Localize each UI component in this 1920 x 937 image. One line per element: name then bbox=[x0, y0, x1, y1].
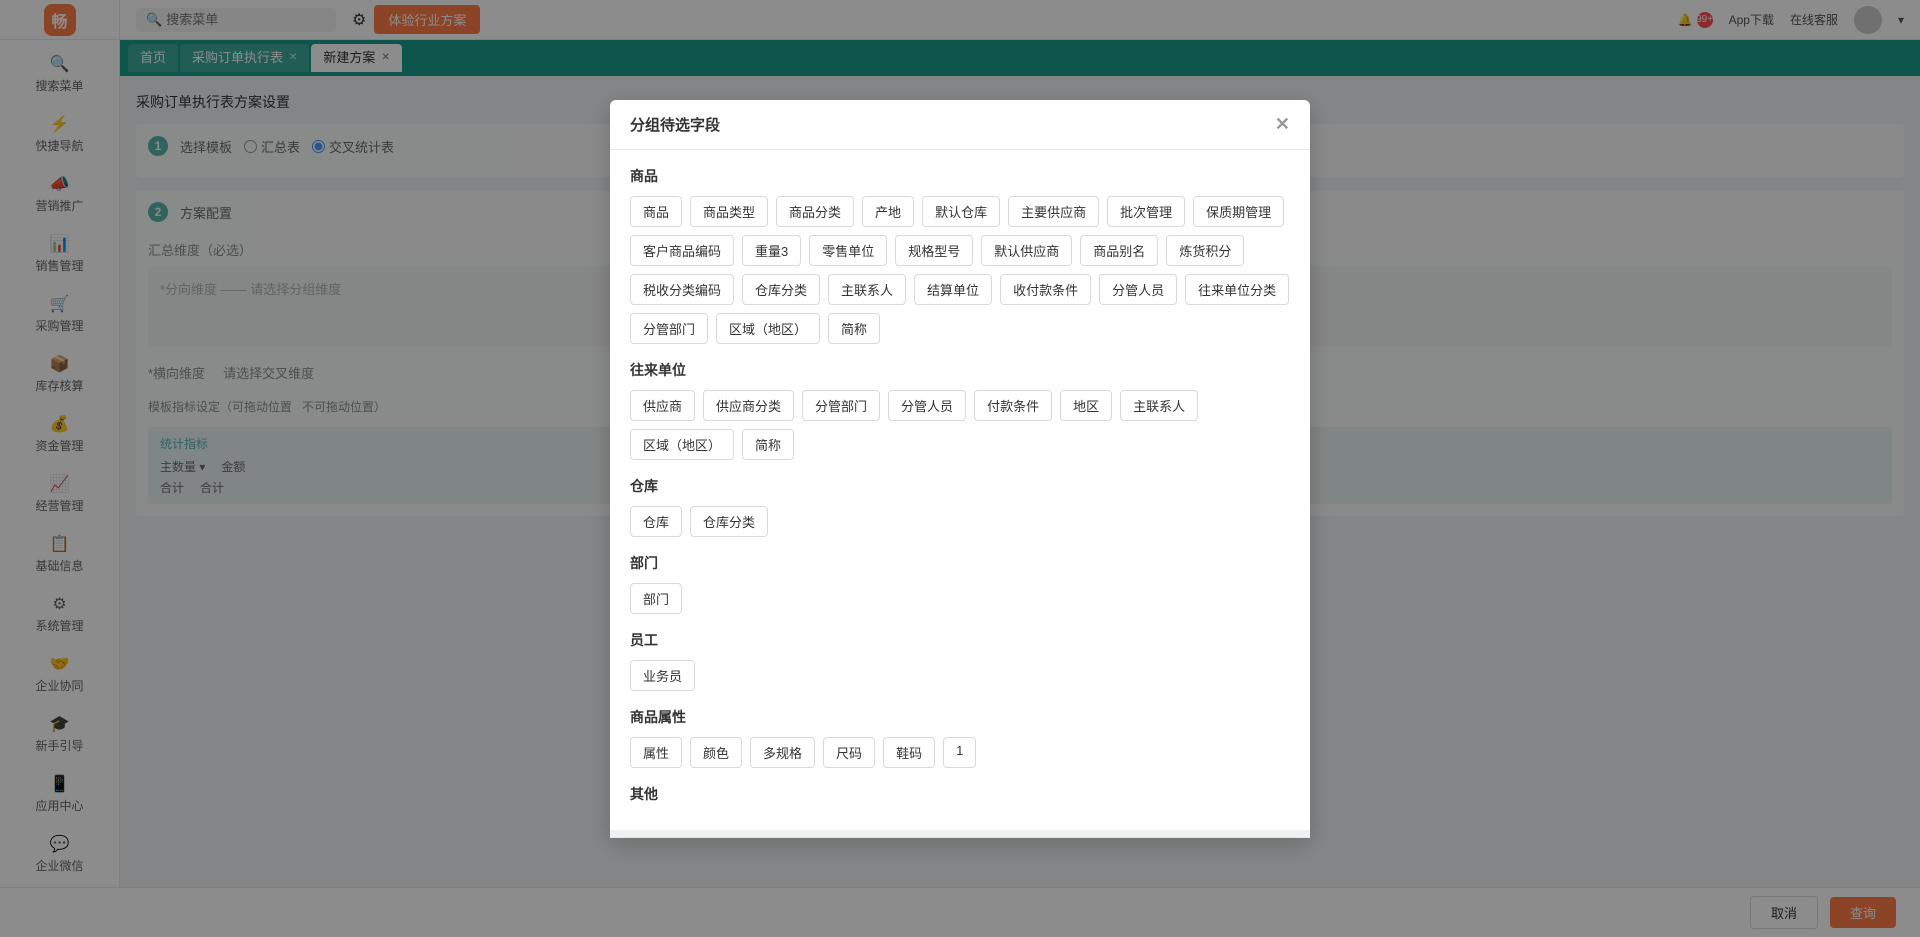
field-tag-1-0[interactable]: 供应商 bbox=[630, 390, 695, 421]
field-grid-1: 供应商供应商分类分管部门分管人员付款条件地区主联系人区域（地区） 简称 bbox=[630, 390, 1290, 460]
field-tag-0-1[interactable]: 商品类型 bbox=[690, 196, 768, 227]
section-title-3: 部门 bbox=[630, 553, 1290, 573]
modal-overlay: 分组待选字段 ✕ 商品商品商品类型商品分类产地默认仓库主要供应商批次管理保质期管… bbox=[0, 0, 1920, 937]
field-tag-1-7[interactable]: 区域（地区） bbox=[630, 429, 734, 460]
field-tag-5-0[interactable]: 属性 bbox=[630, 737, 682, 768]
field-tag-1-6[interactable]: 主联系人 bbox=[1120, 390, 1198, 421]
field-tag-0-10[interactable]: 零售单位 bbox=[809, 235, 887, 266]
field-tag-0-11[interactable]: 规格型号 bbox=[895, 235, 973, 266]
field-tag-1-5[interactable]: 地区 bbox=[1060, 390, 1112, 421]
field-tag-0-6[interactable]: 批次管理 bbox=[1107, 196, 1185, 227]
field-grid-3: 部门 bbox=[630, 583, 1290, 614]
field-tag-1-2[interactable]: 分管部门 bbox=[802, 390, 880, 421]
field-tag-1-3[interactable]: 分管人员 bbox=[888, 390, 966, 421]
field-tag-5-1[interactable]: 颜色 bbox=[690, 737, 742, 768]
section-title-1: 往来单位 bbox=[630, 360, 1290, 380]
field-tag-0-7[interactable]: 保质期管理 bbox=[1193, 196, 1284, 227]
field-tag-5-4[interactable]: 鞋码 bbox=[883, 737, 935, 768]
field-tag-5-3[interactable]: 尺码 bbox=[823, 737, 875, 768]
field-tag-1-8[interactable]: 简称 bbox=[742, 429, 794, 460]
field-tag-2-1[interactable]: 仓库分类 bbox=[690, 506, 768, 537]
field-tag-0-23[interactable]: 区域（地区） bbox=[716, 313, 820, 344]
field-tag-0-19[interactable]: 收付款条件 bbox=[1000, 274, 1091, 305]
modal-title: 分组待选字段 bbox=[630, 114, 720, 135]
field-tag-0-12[interactable]: 默认供应商 bbox=[981, 235, 1072, 266]
section-title-2: 仓库 bbox=[630, 476, 1290, 496]
section-title-6: 其他 bbox=[630, 784, 1290, 804]
modal-dialog: 分组待选字段 ✕ 商品商品商品类型商品分类产地默认仓库主要供应商批次管理保质期管… bbox=[610, 100, 1310, 838]
field-grid-4: 业务员 bbox=[630, 660, 1290, 691]
field-tag-0-3[interactable]: 产地 bbox=[862, 196, 914, 227]
field-grid-2: 仓库仓库分类 bbox=[630, 506, 1290, 537]
field-tag-0-24[interactable]: 简称 bbox=[828, 313, 880, 344]
field-tag-0-14[interactable]: 炼货积分 bbox=[1166, 235, 1244, 266]
field-tag-0-0[interactable]: 商品 bbox=[630, 196, 682, 227]
modal-body: 商品商品商品类型商品分类产地默认仓库主要供应商批次管理保质期管理客户商品编码重量… bbox=[610, 150, 1310, 830]
field-tag-0-20[interactable]: 分管人员 bbox=[1099, 274, 1177, 305]
field-tag-0-5[interactable]: 主要供应商 bbox=[1008, 196, 1099, 227]
field-grid-5: 属性颜色多规格尺码鞋码 1 bbox=[630, 737, 1290, 768]
field-tag-2-0[interactable]: 仓库 bbox=[630, 506, 682, 537]
section-title-5: 商品属性 bbox=[630, 707, 1290, 727]
field-tag-4-0[interactable]: 业务员 bbox=[630, 660, 695, 691]
modal-header: 分组待选字段 ✕ bbox=[610, 100, 1310, 150]
field-tag-3-0[interactable]: 部门 bbox=[630, 583, 682, 614]
field-tag-5-2[interactable]: 多规格 bbox=[750, 737, 815, 768]
field-tag-0-17[interactable]: 主联系人 bbox=[828, 274, 906, 305]
field-tag-0-4[interactable]: 默认仓库 bbox=[922, 196, 1000, 227]
field-tag-5-5[interactable]: 1 bbox=[943, 737, 976, 768]
modal-hscroll[interactable] bbox=[610, 830, 1310, 838]
field-tag-0-9[interactable]: 重量3 bbox=[742, 235, 801, 266]
field-tag-0-16[interactable]: 仓库分类 bbox=[742, 274, 820, 305]
field-tag-0-8[interactable]: 客户商品编码 bbox=[630, 235, 734, 266]
field-tag-1-4[interactable]: 付款条件 bbox=[974, 390, 1052, 421]
field-tag-0-21[interactable]: 往来单位分类 bbox=[1185, 274, 1289, 305]
section-title-4: 员工 bbox=[630, 630, 1290, 650]
field-tag-0-15[interactable]: 税收分类编码 bbox=[630, 274, 734, 305]
modal-close-btn[interactable]: ✕ bbox=[1275, 115, 1290, 133]
field-tag-0-2[interactable]: 商品分类 bbox=[776, 196, 854, 227]
field-tag-0-18[interactable]: 结算单位 bbox=[914, 274, 992, 305]
field-tag-0-13[interactable]: 商品别名 bbox=[1080, 235, 1158, 266]
field-tag-1-1[interactable]: 供应商分类 bbox=[703, 390, 794, 421]
field-tag-0-22[interactable]: 分管部门 bbox=[630, 313, 708, 344]
section-title-0: 商品 bbox=[630, 166, 1290, 186]
field-grid-0: 商品商品类型商品分类产地默认仓库主要供应商批次管理保质期管理客户商品编码重量3 零… bbox=[630, 196, 1290, 344]
